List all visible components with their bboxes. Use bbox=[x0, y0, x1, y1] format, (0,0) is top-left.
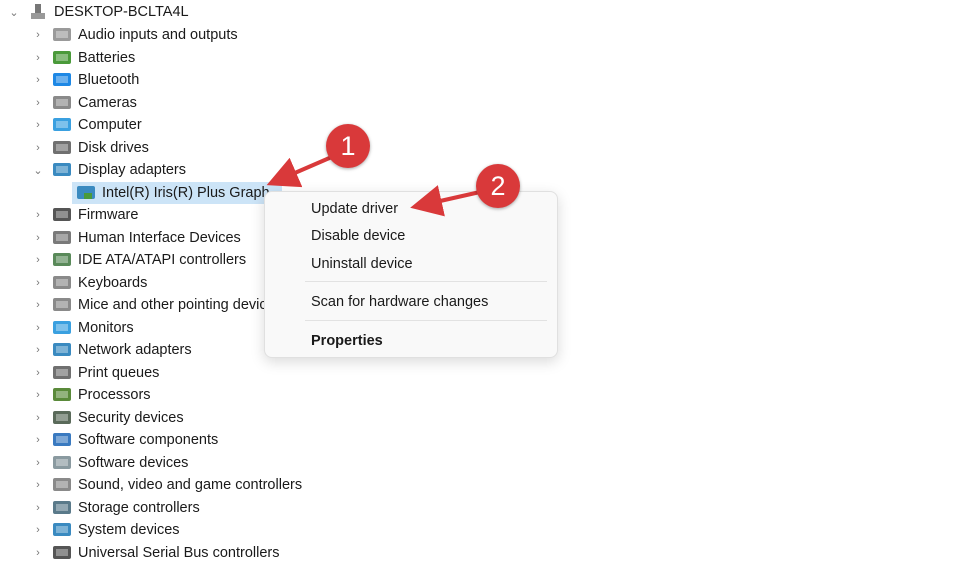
arrow-1 bbox=[266, 154, 335, 188]
arrow-2 bbox=[410, 185, 481, 217]
annotation-arrows bbox=[266, 154, 481, 217]
step-2-badge: 2 bbox=[476, 164, 520, 208]
step-1-badge: 1 bbox=[326, 124, 370, 168]
